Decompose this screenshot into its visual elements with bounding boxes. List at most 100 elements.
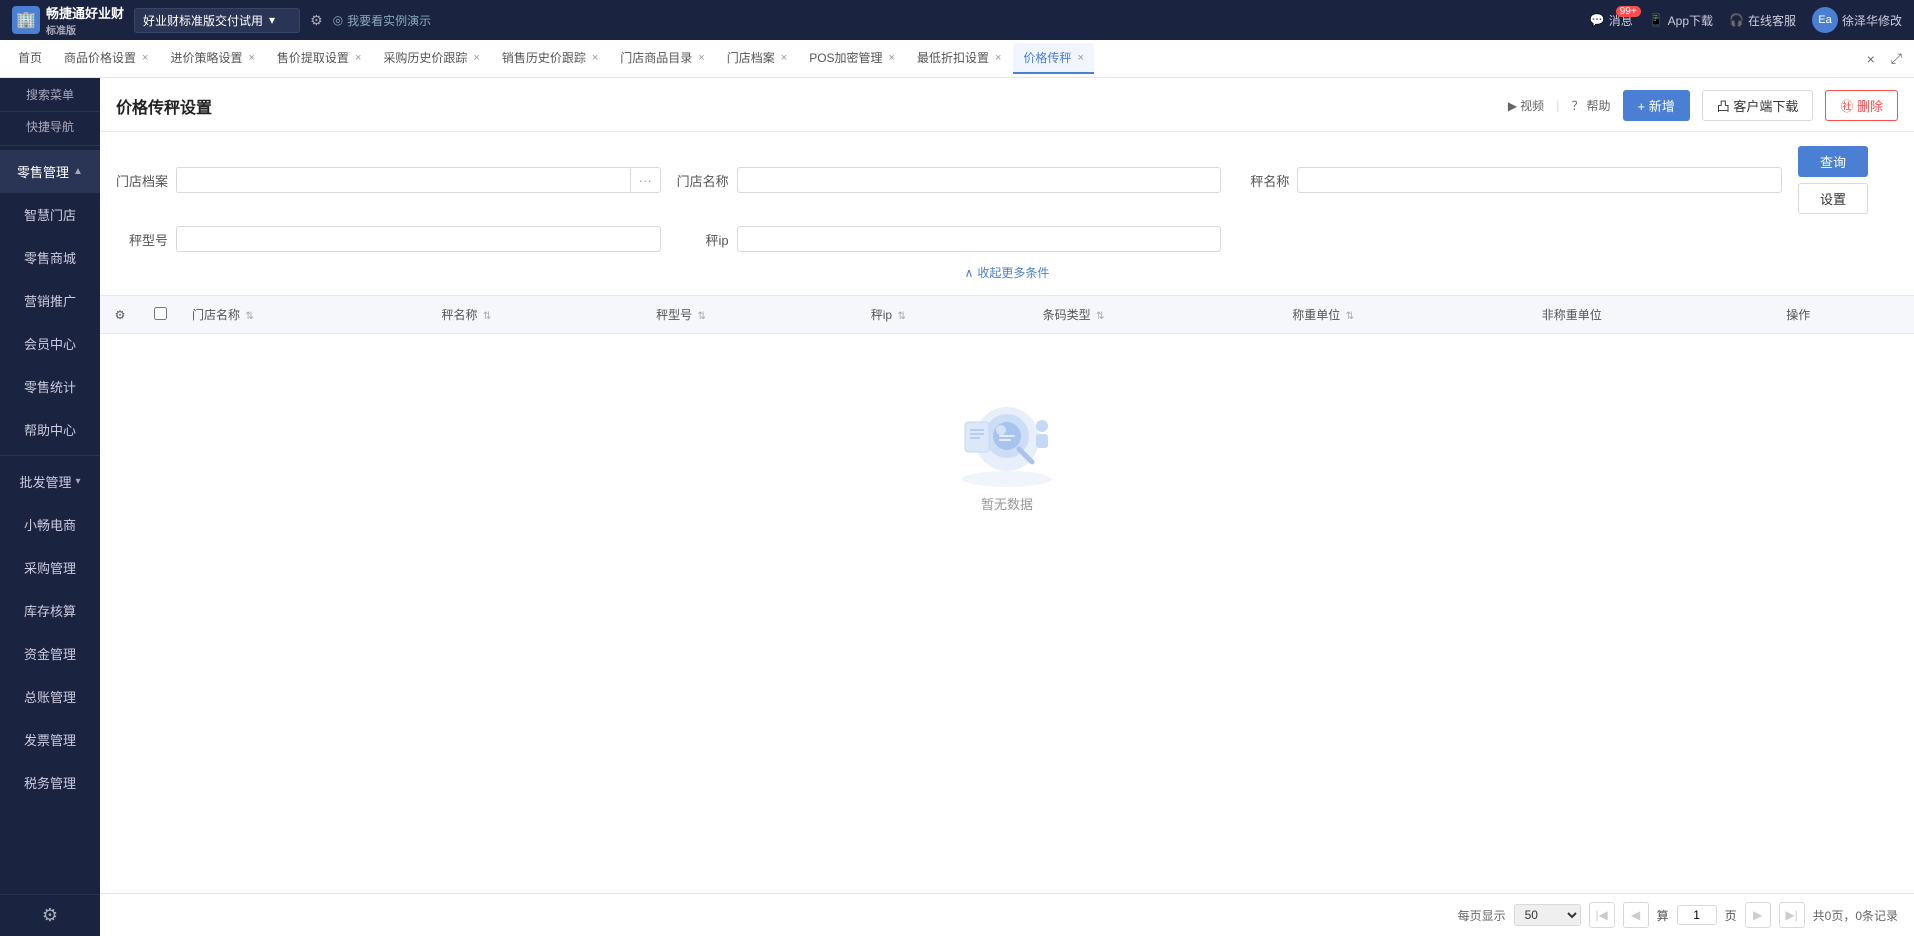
sidebar-item-retail-manage[interactable]: 零售管理 ▲ [0, 150, 100, 193]
tab-shop-catalog[interactable]: 门店商品目录 × [610, 43, 714, 74]
tab-sale-history[interactable]: 销售历史价跟踪 × [492, 43, 608, 74]
sidebar-quick-nav[interactable]: 快捷导航 [0, 112, 100, 141]
sidebar-item-label: 零售统计 [24, 377, 76, 396]
sidebar-item-label: 库存核算 [24, 601, 76, 620]
page-size-label: 每页显示 [1458, 907, 1506, 924]
prev-page-btn[interactable]: ◀ [1623, 902, 1649, 928]
close-icon[interactable]: × [889, 52, 895, 64]
sidebar-item-invoice-manage[interactable]: 发票管理 [0, 718, 100, 761]
first-page-btn[interactable]: |◀ [1589, 902, 1615, 928]
add-button[interactable]: + 新增 [1623, 90, 1690, 121]
col-scale-name[interactable]: 秤名称 ⇅ [430, 296, 645, 334]
sidebar-settings-btn[interactable]: ⚙ [0, 894, 100, 936]
delete-button[interactable]: ㊓ 删除 [1825, 90, 1898, 121]
tab-bar: 首页 商品价格设置 × 进价策略设置 × 售价提取设置 × 采购历史价跟踪 × … [0, 40, 1914, 78]
fullscreen-icon[interactable]: ⤢ [1887, 48, 1906, 69]
shop-name-label: 门店名称 [677, 171, 729, 190]
sidebar-item-fund-manage[interactable]: 资金管理 [0, 632, 100, 675]
sidebar-item-label: 会员中心 [24, 334, 76, 353]
tab-purchase-strategy[interactable]: 进价策略设置 × [160, 43, 264, 74]
scale-name-input[interactable] [1297, 167, 1782, 193]
close-icon[interactable]: × [995, 52, 1001, 64]
tab-sale-extract[interactable]: 售价提取设置 × [267, 43, 371, 74]
message-btn[interactable]: 💬 消息 99+ [1590, 12, 1633, 29]
col-scale-model[interactable]: 秤型号 ⇅ [644, 296, 859, 334]
close-icon[interactable]: × [355, 52, 361, 64]
ellipsis-icon[interactable]: ··· [630, 169, 660, 192]
filter-collapse-btn[interactable]: ∧ 收起更多条件 [116, 264, 1898, 281]
close-icon[interactable]: × [142, 52, 148, 64]
sidebar-item-general-ledger[interactable]: 总账管理 [0, 675, 100, 718]
sidebar-item-member-center[interactable]: 会员中心 [0, 322, 100, 365]
page-header: 价格传秤设置 ▶ 视频 | ？ 帮助 + 新增 凸 客户端下载 ㊓ 删除 [100, 78, 1914, 132]
sidebar-item-small-ecom[interactable]: 小畅电商 [0, 503, 100, 546]
close-icon[interactable]: × [473, 52, 479, 64]
close-icon[interactable]: × [698, 52, 704, 64]
sidebar-item-retail-stats[interactable]: 零售统计 [0, 365, 100, 408]
help-link[interactable]: ？ 帮助 [1572, 97, 1611, 114]
close-tab-btn[interactable]: × [1863, 49, 1879, 69]
tab-pos-manage[interactable]: POS加密管理 × [799, 43, 905, 74]
video-link[interactable]: ▶ 视频 [1508, 97, 1544, 114]
data-table: ⚙ 门店名称 ⇅ 秤名称 ⇅ 秤型号 [100, 296, 1914, 334]
sidebar-item-smart-shop[interactable]: 智慧门店 [0, 193, 100, 236]
page-input[interactable] [1677, 905, 1717, 925]
sort-icon: ⇅ [897, 311, 905, 322]
tab-price-setting[interactable]: 商品价格设置 × [54, 43, 158, 74]
col-shop-name[interactable]: 门店名称 ⇅ [180, 296, 430, 334]
settings-icon[interactable]: ⚙ [310, 12, 323, 29]
tab-min-discount[interactable]: 最低折扣设置 × [907, 43, 1011, 74]
shop-archive-label: 门店档案 [116, 171, 168, 190]
user-info[interactable]: Ea 徐泽华修改 [1812, 7, 1902, 33]
sidebar-item-label: 智慧门店 [24, 205, 76, 224]
select-all-checkbox[interactable] [154, 307, 167, 320]
query-button[interactable]: 查询 [1798, 146, 1868, 177]
version-selector[interactable]: 好业财标准版交付试用 ▾ [134, 8, 300, 33]
sidebar-item-label: 总账管理 [24, 687, 76, 706]
sidebar-item-help-center[interactable]: 帮助中心 [0, 408, 100, 451]
demo-link[interactable]: ◎ 我要看实例演示 [333, 12, 432, 29]
avatar: Ea [1812, 7, 1838, 33]
sidebar-item-label: 资金管理 [24, 644, 76, 663]
chevron-down-icon: ▾ [269, 13, 275, 27]
download-client-button[interactable]: 凸 客户端下载 [1702, 90, 1814, 121]
filter-area: 门店档案 ··· 门店名称 秤名称 查询 设置 [100, 132, 1914, 296]
headset-icon: 🎧 [1729, 13, 1744, 27]
close-icon[interactable]: × [1077, 52, 1083, 64]
sidebar-item-label: 零售管理 [17, 162, 69, 181]
last-page-btn[interactable]: ▶| [1779, 902, 1805, 928]
page-size-select[interactable]: 50 20 100 [1514, 904, 1581, 926]
sidebar-item-purchase-manage[interactable]: 采购管理 [0, 546, 100, 589]
sidebar-item-retail-mall[interactable]: 零售商城 [0, 236, 100, 279]
sidebar-item-marketing[interactable]: 营销推广 [0, 279, 100, 322]
scale-ip-input[interactable] [737, 226, 1222, 252]
sidebar-item-tax-manage[interactable]: 税务管理 [0, 761, 100, 804]
scale-model-input[interactable] [176, 226, 661, 252]
sidebar-divider2 [0, 455, 100, 456]
filter-scale-ip: 秤ip [677, 226, 1222, 252]
setting-button[interactable]: 设置 [1798, 183, 1868, 214]
col-scale-ip[interactable]: 秤ip ⇅ [859, 296, 1031, 334]
scale-ip-label: 秤ip [677, 230, 729, 249]
col-barcode-type[interactable]: 条码类型 ⇅ [1031, 296, 1281, 334]
sidebar-search[interactable]: 搜索菜单 [0, 78, 100, 112]
online-service-btn[interactable]: 🎧 在线客服 [1729, 12, 1796, 29]
col-weight-unit[interactable]: 称重单位 ⇅ [1280, 296, 1530, 334]
tab-price-scale[interactable]: 价格传秤 × [1013, 43, 1093, 74]
app-download-btn[interactable]: 📱 App下载 [1649, 12, 1713, 29]
sidebar-item-label: 小畅电商 [24, 515, 76, 534]
next-page-btn[interactable]: ▶ [1745, 902, 1771, 928]
table-container: ⚙ 门店名称 ⇅ 秤名称 ⇅ 秤型号 [100, 296, 1914, 893]
shop-name-input[interactable] [737, 167, 1222, 193]
message-icon: 💬 [1590, 13, 1605, 27]
close-icon[interactable]: × [248, 52, 254, 64]
close-icon[interactable]: × [781, 52, 787, 64]
sidebar-item-wholesale-manage[interactable]: 批发管理 ▾ [0, 460, 100, 503]
col-settings[interactable]: ⚙ [100, 296, 140, 334]
tab-home[interactable]: 首页 [8, 43, 52, 74]
tab-purchase-history[interactable]: 采购历史价跟踪 × [373, 43, 489, 74]
close-icon[interactable]: × [592, 52, 598, 64]
sidebar-item-inventory[interactable]: 库存核算 [0, 589, 100, 632]
tab-shop-archive[interactable]: 门店档案 × [717, 43, 797, 74]
shop-archive-input[interactable] [177, 168, 630, 192]
